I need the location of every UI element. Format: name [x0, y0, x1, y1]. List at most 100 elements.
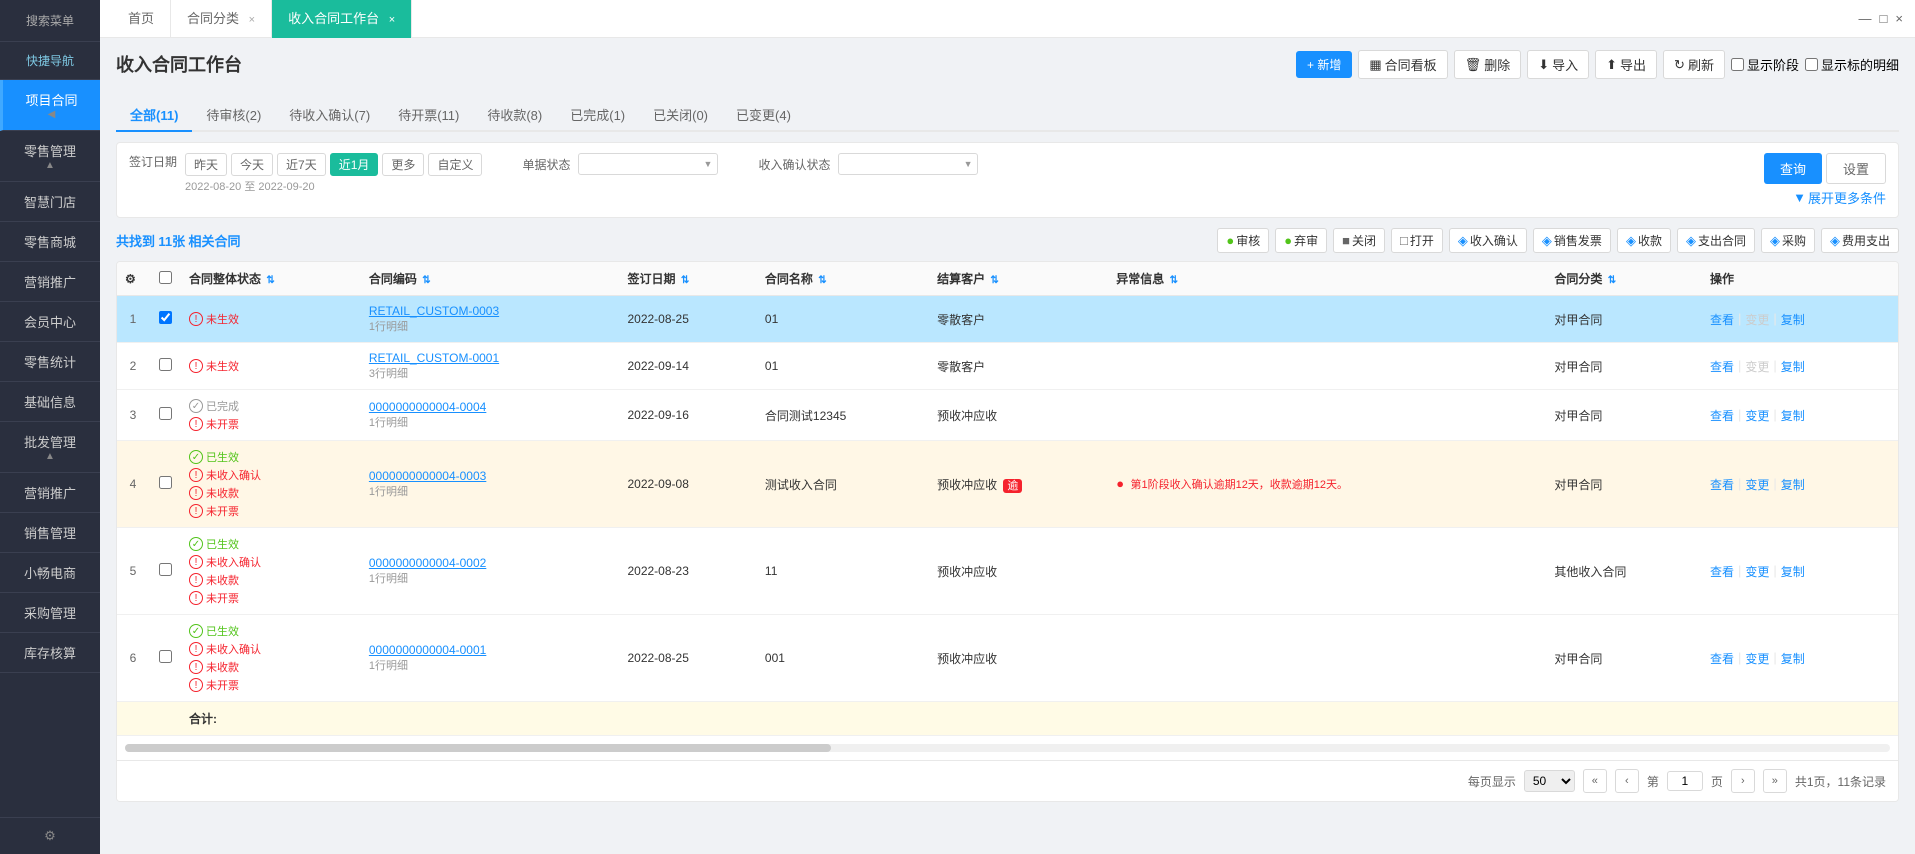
- row-checkbox[interactable]: [159, 407, 172, 420]
- row-checkbox[interactable]: [159, 650, 172, 663]
- edit-btn[interactable]: 变更: [1745, 311, 1769, 328]
- action-close[interactable]: ■ 关闭: [1333, 228, 1385, 253]
- sort-customer-icon[interactable]: ⇅: [990, 275, 998, 286]
- copy-btn[interactable]: 复制: [1781, 311, 1805, 328]
- expand-filter-button[interactable]: ▼ 展开更多条件: [1793, 188, 1886, 207]
- tab-home[interactable]: 首页: [112, 0, 171, 38]
- sidebar-nav[interactable]: 快捷导航: [0, 42, 100, 80]
- date-yesterday[interactable]: 昨天: [185, 153, 227, 176]
- sub-tab-completed[interactable]: 已完成(1): [556, 99, 639, 132]
- window-maximize[interactable]: □: [1880, 11, 1888, 26]
- sub-tab-changed[interactable]: 已变更(4): [722, 99, 805, 132]
- sidebar-item-retail-mall[interactable]: 零售商城: [0, 222, 100, 262]
- sidebar-item-purchase[interactable]: 采购管理: [0, 593, 100, 633]
- sidebar-item-retail-mgmt[interactable]: 零售管理 ▲: [0, 131, 100, 182]
- income-confirm-select[interactable]: [838, 153, 978, 175]
- view-btn[interactable]: 查看: [1710, 358, 1734, 375]
- contract-link[interactable]: 0000000000004-0002: [369, 556, 612, 570]
- action-expense-contract[interactable]: ◈ 支出合同: [1677, 228, 1755, 253]
- view-btn[interactable]: 查看: [1710, 476, 1734, 493]
- row-checkbox[interactable]: [159, 358, 172, 371]
- date-custom[interactable]: 自定义: [428, 153, 482, 176]
- sort-type-icon[interactable]: ⇅: [1608, 275, 1616, 286]
- action-review[interactable]: ● 审核: [1217, 228, 1269, 253]
- sidebar-item-marketing[interactable]: 营销推广: [0, 262, 100, 302]
- doc-status-select[interactable]: [578, 153, 718, 175]
- row-checkbox[interactable]: [159, 563, 172, 576]
- action-open[interactable]: □ 打开: [1391, 228, 1443, 253]
- sort-code-icon[interactable]: ⇅: [422, 275, 430, 286]
- action-sales-invoice[interactable]: ◈ 销售发票: [1533, 228, 1611, 253]
- edit-btn[interactable]: 变更: [1745, 650, 1769, 667]
- sidebar-search[interactable]: 搜索菜单: [0, 0, 100, 42]
- action-abandon-review[interactable]: ● 弃审: [1275, 228, 1327, 253]
- new-button[interactable]: + 新增: [1296, 51, 1352, 78]
- show-mark-checkbox[interactable]: [1805, 58, 1818, 71]
- query-button[interactable]: 查询: [1764, 153, 1822, 184]
- view-btn[interactable]: 查看: [1710, 650, 1734, 667]
- action-purchase[interactable]: ◈ 采购: [1761, 228, 1815, 253]
- action-payment[interactable]: ◈ 收款: [1617, 228, 1671, 253]
- date-last1month[interactable]: 近1月: [330, 153, 379, 176]
- page-number-input[interactable]: [1667, 771, 1703, 791]
- action-expense-out[interactable]: ◈ 费用支出: [1821, 228, 1899, 253]
- sidebar-item-sales-mgmt[interactable]: 销售管理: [0, 513, 100, 553]
- copy-btn[interactable]: 复制: [1781, 358, 1805, 375]
- export-button[interactable]: ⬆ 导出: [1595, 50, 1657, 79]
- show-mark-checkbox-label[interactable]: 显示标的明细: [1805, 55, 1899, 74]
- edit-btn[interactable]: 变更: [1745, 358, 1769, 375]
- sidebar-item-ecommerce[interactable]: 小畅电商: [0, 553, 100, 593]
- date-more[interactable]: 更多: [382, 153, 424, 176]
- prev-page-btn[interactable]: ‹: [1615, 769, 1639, 793]
- tab-close-income-workbench[interactable]: ×: [389, 14, 395, 26]
- copy-btn[interactable]: 复制: [1781, 563, 1805, 580]
- sidebar-item-smart-store[interactable]: 智慧门店: [0, 182, 100, 222]
- view-btn[interactable]: 查看: [1710, 311, 1734, 328]
- set-button[interactable]: 设置: [1826, 153, 1886, 184]
- sidebar-item-basic-info[interactable]: 基础信息: [0, 382, 100, 422]
- window-close[interactable]: ×: [1895, 11, 1903, 26]
- view-btn[interactable]: 查看: [1710, 563, 1734, 580]
- contract-link[interactable]: 0000000000004-0004: [369, 400, 612, 414]
- first-page-btn[interactable]: «: [1583, 769, 1607, 793]
- contract-board-button[interactable]: ▦ 合同看板: [1358, 50, 1447, 79]
- sort-abnormal-icon[interactable]: ⇅: [1170, 275, 1178, 286]
- next-page-btn[interactable]: ›: [1731, 769, 1755, 793]
- sidebar-item-inventory[interactable]: 库存核算: [0, 633, 100, 673]
- sub-tab-pending-income-confirm[interactable]: 待收入确认(7): [275, 99, 384, 132]
- show-fields-checkbox[interactable]: [1731, 58, 1744, 71]
- date-today[interactable]: 今天: [231, 153, 273, 176]
- copy-btn[interactable]: 复制: [1781, 407, 1805, 424]
- sidebar-item-marketing2[interactable]: 营销推广: [0, 473, 100, 513]
- contract-link[interactable]: 0000000000004-0003: [369, 469, 612, 483]
- edit-btn[interactable]: 变更: [1745, 563, 1769, 580]
- contract-link[interactable]: RETAIL_CUSTOM-0001: [369, 351, 612, 365]
- sidebar-item-project[interactable]: 项目合同 ◀: [0, 80, 100, 131]
- sidebar-item-batch-mgmt[interactable]: 批发管理 ▲: [0, 422, 100, 473]
- import-button[interactable]: ⬇ 导入: [1527, 50, 1589, 79]
- edit-btn[interactable]: 变更: [1745, 476, 1769, 493]
- page-size-select[interactable]: 50 100: [1524, 770, 1575, 792]
- sort-name-icon[interactable]: ⇅: [818, 275, 826, 286]
- sidebar-item-retail-stats[interactable]: 零售统计: [0, 342, 100, 382]
- select-all-checkbox[interactable]: [159, 271, 172, 284]
- sort-date-icon[interactable]: ⇅: [681, 275, 689, 286]
- action-income-confirm[interactable]: ◈ 收入确认: [1449, 228, 1527, 253]
- tab-close-contract-type[interactable]: ×: [249, 14, 255, 26]
- row-checkbox[interactable]: [159, 476, 172, 489]
- window-minimize[interactable]: —: [1859, 11, 1872, 26]
- sidebar-item-member[interactable]: 会员中心: [0, 302, 100, 342]
- delete-button[interactable]: 🗑 删除: [1454, 50, 1522, 79]
- edit-btn[interactable]: 变更: [1745, 407, 1769, 424]
- contract-link[interactable]: 0000000000004-0001: [369, 643, 612, 657]
- copy-btn[interactable]: 复制: [1781, 476, 1805, 493]
- refresh-button[interactable]: ↻ 刷新: [1663, 50, 1725, 79]
- copy-btn[interactable]: 复制: [1781, 650, 1805, 667]
- contract-link[interactable]: RETAIL_CUSTOM-0003: [369, 304, 612, 318]
- tab-contract-type[interactable]: 合同分类 ×: [171, 0, 272, 38]
- last-page-btn[interactable]: »: [1763, 769, 1787, 793]
- date-last7[interactable]: 近7天: [277, 153, 326, 176]
- show-fields-checkbox-label[interactable]: 显示阶段: [1731, 55, 1799, 74]
- sub-tab-pending-invoice[interactable]: 待开票(11): [384, 99, 473, 132]
- sub-tab-pending-payment[interactable]: 待收款(8): [473, 99, 556, 132]
